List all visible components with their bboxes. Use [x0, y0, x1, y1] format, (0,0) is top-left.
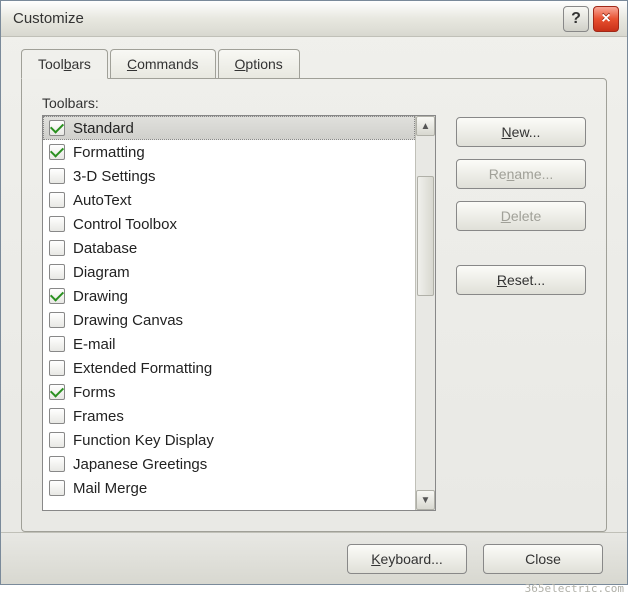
list-item[interactable]: Control Toolbox	[43, 212, 415, 236]
list-item[interactable]: Frames	[43, 404, 415, 428]
content-area: ToolbarsCommandsOptions Toolbars: Standa…	[1, 37, 627, 532]
list-item[interactable]: Function Key Display	[43, 428, 415, 452]
scroll-thumb[interactable]	[417, 176, 434, 296]
list-item[interactable]: E-mail	[43, 332, 415, 356]
list-item[interactable]: Formatting	[43, 140, 415, 164]
checkbox[interactable]	[49, 168, 65, 184]
list-item[interactable]: Drawing	[43, 284, 415, 308]
tab-options[interactable]: Options	[218, 49, 300, 78]
scrollbar: ▲ ▼	[415, 116, 435, 510]
help-button[interactable]: ?	[563, 6, 589, 32]
watermark: 365electric.com	[525, 582, 624, 595]
titlebar: Customize ? ×	[1, 1, 627, 37]
list-item-label: Japanese Greetings	[73, 456, 207, 473]
list-item[interactable]: Forms	[43, 380, 415, 404]
delete-button[interactable]: Delete	[456, 201, 586, 231]
footer: Keyboard... Close	[1, 532, 627, 584]
tab-panel-toolbars: Toolbars: Standard Formatting 3-D Settings…	[21, 78, 607, 532]
list-item[interactable]: Standard	[43, 116, 415, 140]
toolbars-label: Toolbars:	[42, 95, 436, 111]
rename-button[interactable]: Rename...	[456, 159, 586, 189]
tab-toolbars[interactable]: Toolbars	[21, 49, 108, 79]
list-item[interactable]: Diagram	[43, 260, 415, 284]
right-column: New... Rename... Delete Reset...	[456, 95, 586, 511]
close-window-button[interactable]: ×	[593, 6, 619, 32]
list-item-label: Drawing Canvas	[73, 312, 183, 329]
list-item-label: Function Key Display	[73, 432, 214, 449]
list-item[interactable]: AutoText	[43, 188, 415, 212]
checkbox[interactable]	[49, 360, 65, 376]
list-item[interactable]: Database	[43, 236, 415, 260]
checkbox[interactable]	[49, 288, 65, 304]
close-button[interactable]: Close	[483, 544, 603, 574]
title-controls: ? ×	[563, 6, 619, 32]
tab-strip: ToolbarsCommandsOptions	[21, 49, 607, 78]
keyboard-button[interactable]: Keyboard...	[347, 544, 467, 574]
checkbox[interactable]	[49, 408, 65, 424]
list-item-label: Control Toolbox	[73, 216, 177, 233]
close-icon: ×	[601, 10, 610, 28]
scroll-down-button[interactable]: ▼	[416, 490, 435, 510]
list-item-label: Database	[73, 240, 137, 257]
reset-button[interactable]: Reset...	[456, 265, 586, 295]
list-item-label: Extended Formatting	[73, 360, 212, 377]
tab-commands[interactable]: Commands	[110, 49, 216, 78]
list-item-label: Mail Merge	[73, 480, 147, 497]
list-item[interactable]: Mail Merge	[43, 476, 415, 500]
checkbox[interactable]	[49, 336, 65, 352]
list-item-label: Frames	[73, 408, 124, 425]
checkbox[interactable]	[49, 144, 65, 160]
list-item[interactable]: Drawing Canvas	[43, 308, 415, 332]
checkbox[interactable]	[49, 432, 65, 448]
list-item-label: E-mail	[73, 336, 116, 353]
list-item-label: Drawing	[73, 288, 128, 305]
list-item-label: AutoText	[73, 192, 131, 209]
checkbox[interactable]	[49, 456, 65, 472]
toolbars-listbox[interactable]: Standard Formatting 3-D Settings AutoText Co…	[42, 115, 436, 511]
scroll-track[interactable]	[416, 136, 435, 490]
list-item[interactable]: Japanese Greetings	[43, 452, 415, 476]
list-item-label: Diagram	[73, 264, 130, 281]
left-column: Toolbars: Standard Formatting 3-D Settings…	[42, 95, 436, 511]
checkbox[interactable]	[49, 312, 65, 328]
list-item-label: Standard	[73, 120, 134, 137]
checkbox[interactable]	[49, 120, 65, 136]
list-item[interactable]: Extended Formatting	[43, 356, 415, 380]
listbox-inner: Standard Formatting 3-D Settings AutoText Co…	[43, 116, 415, 510]
window-title: Customize	[13, 10, 84, 27]
scroll-up-button[interactable]: ▲	[416, 116, 435, 136]
checkbox[interactable]	[49, 264, 65, 280]
customize-dialog: Customize ? × ToolbarsCommandsOptions To…	[0, 0, 628, 585]
checkbox[interactable]	[49, 384, 65, 400]
checkbox[interactable]	[49, 216, 65, 232]
new-button[interactable]: New...	[456, 117, 586, 147]
list-item[interactable]: 3-D Settings	[43, 164, 415, 188]
checkbox[interactable]	[49, 240, 65, 256]
list-item-label: Forms	[73, 384, 116, 401]
checkbox[interactable]	[49, 192, 65, 208]
list-item-label: 3-D Settings	[73, 168, 156, 185]
list-item-label: Formatting	[73, 144, 145, 161]
checkbox[interactable]	[49, 480, 65, 496]
